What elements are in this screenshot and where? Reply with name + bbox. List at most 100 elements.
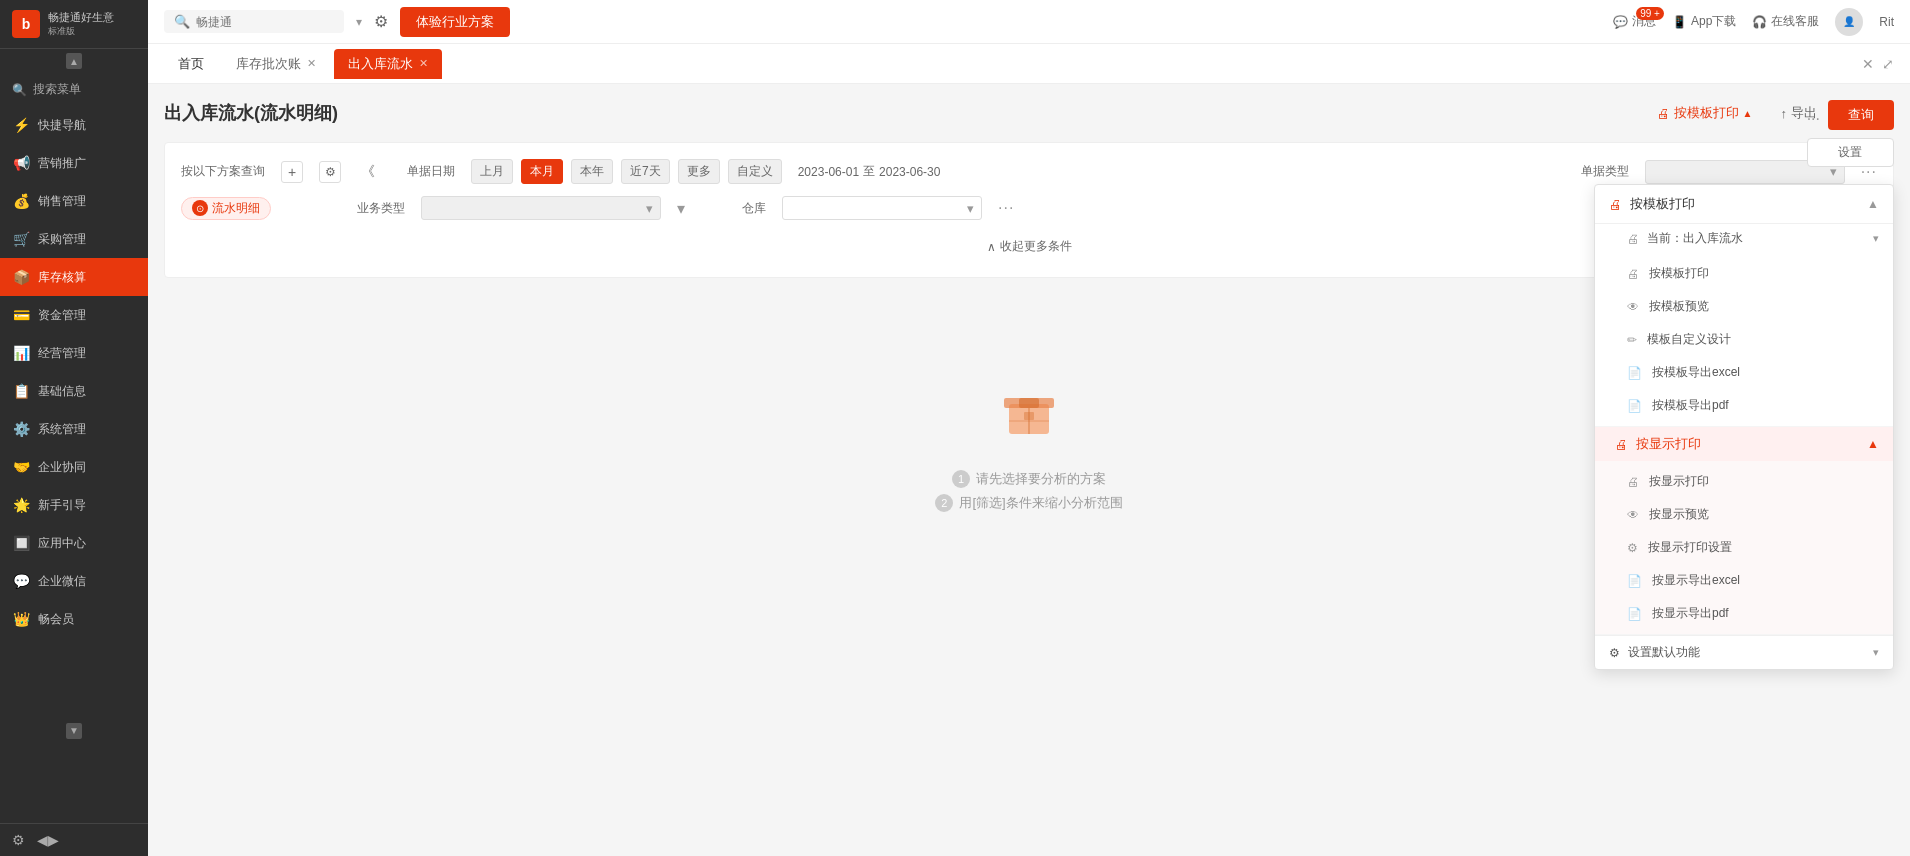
display-print-icon: 🖨	[1627, 475, 1639, 489]
settings-icon[interactable]: ⚙	[12, 832, 25, 848]
sidebar-item-apps[interactable]: 🔲 应用中心	[0, 524, 148, 562]
topbar-messages[interactable]: 💬 消息 99 +	[1613, 13, 1656, 30]
sidebar-scroll-up[interactable]: ▲	[66, 53, 82, 69]
dropdown-display-print-header[interactable]: 🖨 按显示打印 ▲	[1595, 427, 1893, 461]
sidebar-search[interactable]: 🔍 搜索菜单	[0, 73, 148, 106]
collapse-sidebar-icon[interactable]: ◀▶	[37, 832, 59, 848]
phone-icon: 📱	[1672, 15, 1687, 29]
topbar-search-box[interactable]: 🔍	[164, 10, 344, 33]
dropdown-header[interactable]: 🖨 按模板打印 ▲	[1595, 185, 1893, 224]
warehouse-select-wrap[interactable]	[782, 196, 982, 220]
wechat-icon: 💬	[12, 572, 30, 590]
template-excel-icon: 📄	[1627, 366, 1642, 380]
export-icon: ↑	[1781, 106, 1788, 121]
dropdown-template-print-item[interactable]: 🖨 按模板打印	[1595, 257, 1893, 290]
topbar-gear-icon[interactable]: ⚙	[374, 12, 388, 31]
sidebar-item-finance[interactable]: 💳 资金管理	[0, 296, 148, 334]
dropdown-header-chevron-icon[interactable]: ▲	[1867, 197, 1879, 211]
sidebar: b 畅捷通好生意 标准版 ▲ 🔍 搜索菜单 ⚡ 快捷导航 📢 营销推广 💰 销售…	[0, 0, 148, 856]
date-this-year-btn[interactable]: 本年	[571, 159, 613, 184]
sidebar-item-system[interactable]: ⚙️ 系统管理	[0, 410, 148, 448]
tab-home[interactable]: 首页	[164, 49, 218, 79]
tab-inventory-batch-close-icon[interactable]: ✕	[307, 57, 316, 70]
topbar-search-input[interactable]	[196, 15, 316, 29]
sidebar-item-basic[interactable]: 📋 基础信息	[0, 372, 148, 410]
industry-solution-button[interactable]: 体验行业方案	[400, 7, 510, 37]
warehouse-label: 仓库	[742, 200, 766, 217]
warehouse-input[interactable]	[782, 196, 982, 220]
dropdown-display-pdf-item[interactable]: 📄 按显示导出pdf	[1595, 597, 1893, 630]
finance-icon: 💳	[12, 306, 30, 324]
business-type-select-wrap[interactable]	[421, 196, 661, 220]
svg-rect-5	[1024, 412, 1034, 420]
topbar-online-service[interactable]: 🎧 在线客服	[1752, 13, 1819, 30]
dropdown-display-print-item[interactable]: 🖨 按显示打印	[1595, 465, 1893, 498]
date-last7-btn[interactable]: 近7天	[621, 159, 670, 184]
filter-collapse-button[interactable]: 《	[357, 161, 379, 183]
main-area: 🔍 ▾ ⚙ 体验行业方案 💬 消息 99 + 📱 App下载 🎧 在线客服 👤	[148, 0, 1910, 856]
app-edition: 标准版	[48, 25, 114, 38]
dropdown-display-excel-item[interactable]: 📄 按显示导出excel	[1595, 564, 1893, 597]
query-button[interactable]: 查询	[1828, 100, 1894, 130]
close-all-tabs-icon[interactable]: ✕	[1862, 56, 1874, 72]
dropdown-display-section: 🖨 按显示打印 👁 按显示预览 ⚙ 按显示打印设置 📄 按显示导出excel 📄	[1595, 461, 1893, 635]
empty-hint-2: 2 用[筛选]条件来缩小分析范围	[935, 494, 1122, 512]
page-content: 出入库流水(流水明细) 🖨 按模板打印 ▲ ↑ 导出 ↺ 刷新	[148, 84, 1910, 856]
dropdown-template-preview-item[interactable]: 👁 按模板预览	[1595, 290, 1893, 323]
dropdown-template-pdf-item[interactable]: 📄 按模板导出pdf	[1595, 389, 1893, 422]
dropdown-template-design-item[interactable]: ✏ 模板自定义设计	[1595, 323, 1893, 356]
tab-flow-detail-close-icon[interactable]: ✕	[419, 57, 428, 70]
sidebar-item-inventory[interactable]: 📦 库存核算	[0, 258, 148, 296]
toolbar-more-icon[interactable]: ...	[1807, 106, 1820, 124]
message-icon: 💬	[1613, 15, 1628, 29]
topbar-search-chevron-icon[interactable]: ▾	[356, 15, 362, 29]
display-print-header-left: 🖨 按显示打印	[1615, 435, 1701, 453]
dropdown-display-settings-item[interactable]: ⚙ 按显示打印设置	[1595, 531, 1893, 564]
date-range-display: 2023-06-01 至 2023-06-30	[798, 163, 941, 180]
business-type-more-icon[interactable]: ▾	[677, 199, 686, 218]
display-preview-icon: 👁	[1627, 508, 1639, 522]
sidebar-item-quick-nav[interactable]: ⚡ 快捷导航	[0, 106, 148, 144]
topbar-app-download[interactable]: 📱 App下载	[1672, 13, 1736, 30]
dropdown-set-default-button[interactable]: ⚙ 设置默认功能 ▾	[1595, 635, 1893, 669]
date-last-month-btn[interactable]: 上月	[471, 159, 513, 184]
business-type-select[interactable]	[421, 196, 661, 220]
topbar-avatar[interactable]: 👤	[1835, 8, 1863, 36]
dropdown-display-preview-item[interactable]: 👁 按显示预览	[1595, 498, 1893, 531]
maximize-icon[interactable]: ⤢	[1882, 56, 1894, 72]
date-custom-btn[interactable]: 自定义	[728, 159, 782, 184]
dropdown-template-excel-item[interactable]: 📄 按模板导出excel	[1595, 356, 1893, 389]
operations-icon: 📊	[12, 344, 30, 362]
sidebar-item-sales[interactable]: 💰 销售管理	[0, 182, 148, 220]
dropdown-current-selection[interactable]: 🖨 当前：出入库流水 ▾	[1595, 224, 1893, 253]
tab-inventory-batch[interactable]: 库存批次账 ✕	[222, 49, 330, 79]
sidebar-item-marketing[interactable]: 📢 营销推广	[0, 144, 148, 182]
template-print-button[interactable]: 🖨 按模板打印 ▲	[1649, 100, 1761, 126]
flow-detail-tag: ⊙ 流水明细	[181, 197, 271, 220]
app-title: 畅捷通好生意	[48, 10, 114, 24]
template-pdf-icon: 📄	[1627, 399, 1642, 413]
settings-button[interactable]: 设置	[1807, 138, 1894, 167]
hint-num-2: 2	[935, 494, 953, 512]
filter-settings-button[interactable]: ⚙	[319, 161, 341, 183]
message-badge: 99 +	[1636, 7, 1664, 20]
sidebar-item-cooperation[interactable]: 🤝 企业协同	[0, 448, 148, 486]
display-pdf-icon: 📄	[1627, 607, 1642, 621]
display-settings-icon: ⚙	[1627, 541, 1638, 555]
tab-flow-detail[interactable]: 出入库流水 ✕	[334, 49, 442, 79]
date-more-btn[interactable]: 更多	[678, 159, 720, 184]
flow-tag-icon: ⊙	[192, 200, 208, 216]
warehouse-more-icon[interactable]: ···	[998, 199, 1014, 217]
sidebar-item-member[interactable]: 👑 畅会员	[0, 600, 148, 638]
date-this-month-btn[interactable]: 本月	[521, 159, 563, 184]
sidebar-item-operations[interactable]: 📊 经营管理	[0, 334, 148, 372]
sidebar-item-guide[interactable]: 🌟 新手引导	[0, 486, 148, 524]
sidebar-scroll-down[interactable]: ▼	[66, 723, 82, 739]
filter-date-group: 上月 本月 本年 近7天 更多 自定义 2023-06-01 至 2023-06…	[471, 159, 1545, 184]
filter-add-button[interactable]: +	[281, 161, 303, 183]
dropdown-template-section: 🖨 按模板打印 👁 按模板预览 ✏ 模板自定义设计 📄 按模板导出excel 📄	[1595, 253, 1893, 427]
template-print-item-icon: 🖨	[1627, 267, 1639, 281]
sidebar-item-purchase[interactable]: 🛒 采购管理	[0, 220, 148, 258]
topbar: 🔍 ▾ ⚙ 体验行业方案 💬 消息 99 + 📱 App下载 🎧 在线客服 👤	[148, 0, 1910, 44]
sidebar-item-wechat[interactable]: 💬 企业微信	[0, 562, 148, 600]
